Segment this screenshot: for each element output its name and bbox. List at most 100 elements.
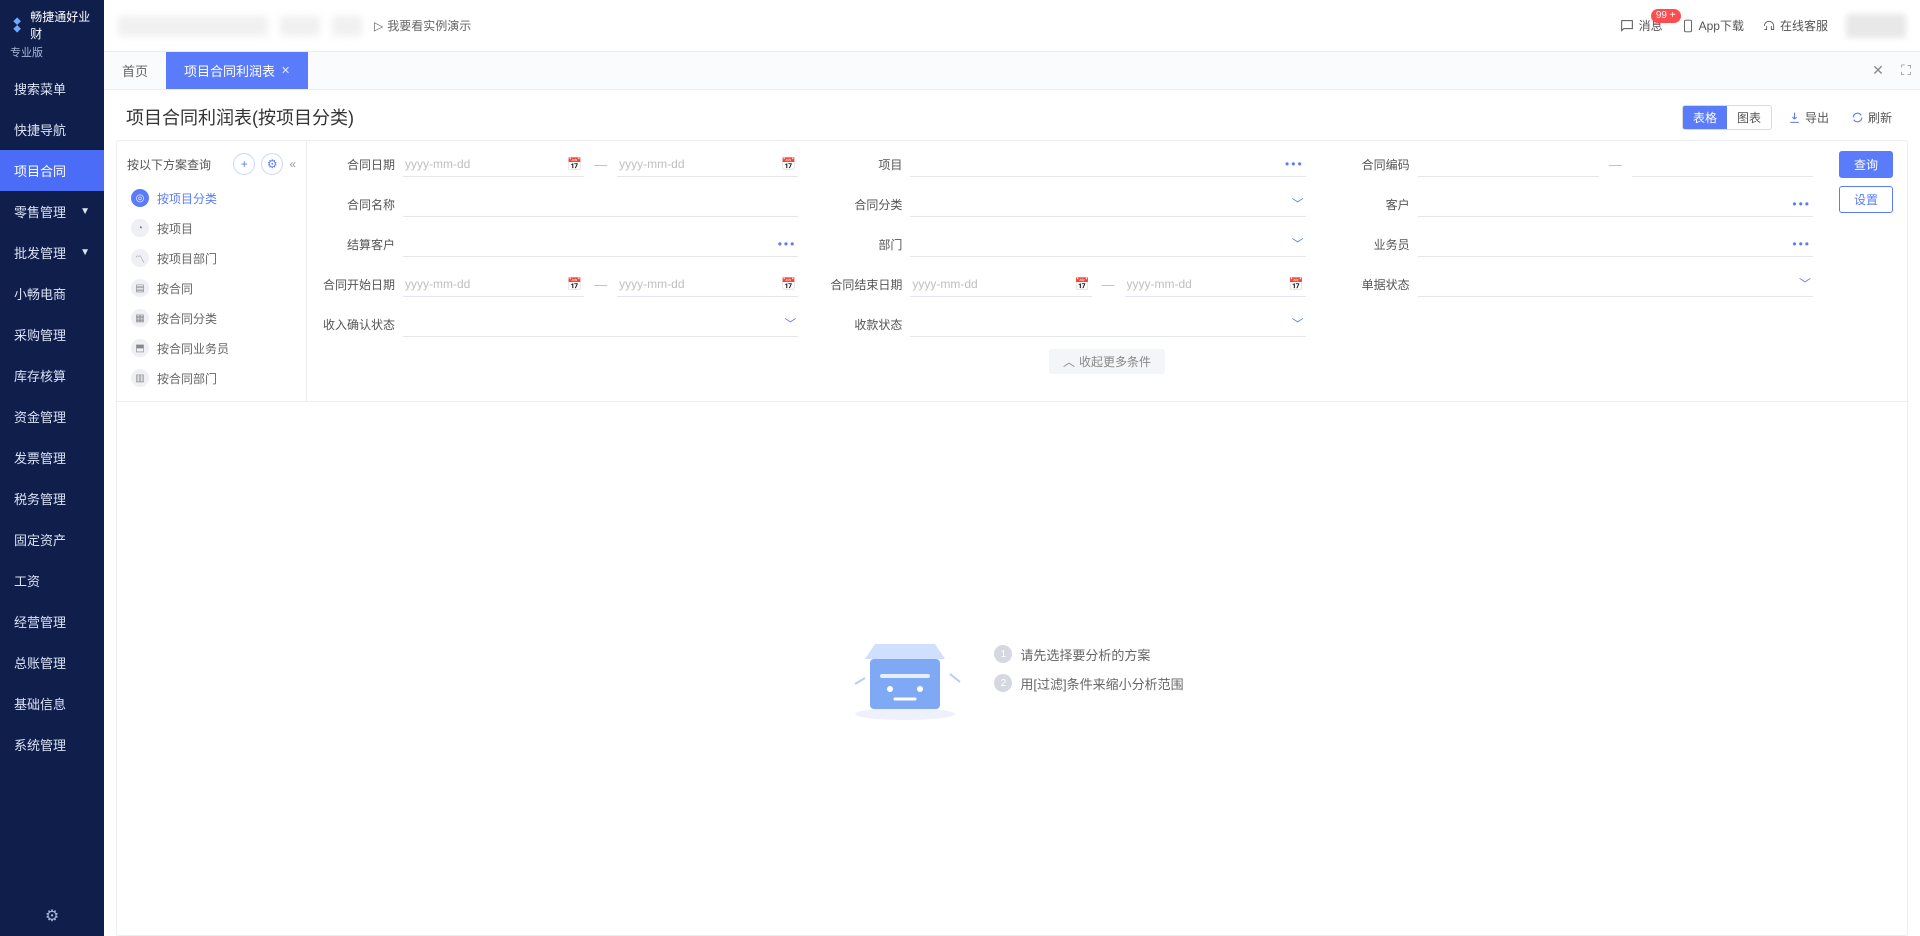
sidebar-item-8[interactable]: 资金管理 [0,396,104,437]
tab-home[interactable]: 首页 [104,52,166,89]
sidebar-item-9[interactable]: 发票管理 [0,437,104,478]
tabs-row: 首页 项目合同利润表 ✕ ✕ ⛶ [104,52,1920,90]
scheme-item-label: 按合同部门 [157,370,217,387]
scheme-head-label: 按以下方案查询 [127,156,227,173]
sidebar-item-11[interactable]: 固定资产 [0,519,104,560]
sidebar-item-label: 税务管理 [14,489,66,508]
contract-name-input[interactable] [403,195,798,213]
scheme-setting-button[interactable]: ⚙ [261,153,283,175]
sidebar-item-6[interactable]: 采购管理 [0,314,104,355]
scheme-item-2[interactable]: 〽按项目部门 [127,243,296,273]
income-confirm-select[interactable] [403,315,798,333]
sidebar-item-16[interactable]: 系统管理 [0,724,104,765]
filter-end-date: 合同结束日期 📅 — 📅 [828,271,1305,297]
chevron-down-icon: ▼ [80,206,90,217]
scheme-icon: 〽 [131,249,149,267]
end-date-from[interactable] [910,275,1091,293]
contract-date-to[interactable] [617,155,798,173]
filter-collection-status: 收款状态 ﹀ [828,311,1305,337]
gear-icon[interactable]: ⚙ [45,908,59,925]
tabs-expand[interactable]: ⛶ [1892,62,1920,79]
doc-status-select[interactable] [1418,275,1813,293]
scheme-icon: ▤ [131,279,149,297]
settle-customer-input[interactable] [403,235,798,253]
sidebar-item-3[interactable]: 零售管理▼ [0,191,104,232]
sidebar-item-1[interactable]: 快捷导航 [0,109,104,150]
salesman-input[interactable] [1418,235,1813,253]
empty-step-2: 2 用[过滤]条件来缩小分析范围 [994,674,1183,693]
scheme-add-button[interactable]: + [233,153,255,175]
query-button[interactable]: 查询 [1839,151,1893,178]
export-button[interactable]: 导出 [1782,106,1835,129]
contract-no-from[interactable] [1418,155,1599,173]
refresh-icon [1851,111,1864,124]
sidebar-item-13[interactable]: 经营管理 [0,601,104,642]
tab-active[interactable]: 项目合同利润表 ✕ [166,52,308,89]
filter-salesman: 业务员 ••• [1336,231,1813,257]
scheme-item-6[interactable]: ▥ 按合同部门 [127,363,296,393]
help-blur [332,16,362,36]
sidebar-item-10[interactable]: 税务管理 [0,478,104,519]
sidebar-item-12[interactable]: 工资 [0,560,104,601]
scheme-item-5[interactable]: ⬒按合同业务员 [127,333,296,363]
project-input[interactable] [910,155,1305,173]
scheme-collapse-icon[interactable]: « [289,157,296,171]
sidebar-item-7[interactable]: 库存核算 [0,355,104,396]
collection-status-select[interactable] [910,315,1305,333]
start-date-from[interactable] [403,275,584,293]
sidebar-item-14[interactable]: 总账管理 [0,642,104,683]
app-download[interactable]: App下载 [1681,17,1744,34]
content: 按以下方案查询 + ⚙ « ◎按项目分类◔按项目〽按项目部门▤按合同 ▦ 按合同分类… [104,140,1920,936]
env-blur [280,16,320,36]
tenant-blur [118,16,268,36]
start-date-to[interactable] [617,275,798,293]
collapse-filters-button[interactable]: ︿ 收起更多条件 [1049,349,1165,374]
end-date-to[interactable] [1125,275,1306,293]
filter-customer: 客户 ••• [1336,191,1813,217]
filter-contract-date: 合同日期 📅 — 📅 [321,151,798,177]
filter-department: 部门 ﹀ [828,231,1305,257]
sidebar-item-label: 采购管理 [14,325,66,344]
sidebar-item-0[interactable]: 搜索菜单 [0,68,104,109]
filter-contract-no: 合同编码 — [1336,151,1813,177]
scheme-icon: ◔ [131,219,149,237]
scheme-item-label: 按合同分类 [157,310,217,327]
department-select[interactable] [910,235,1305,253]
avatar-blur[interactable] [1846,14,1906,38]
scheme-item-1[interactable]: ◔按项目 [127,213,296,243]
scheme-icon: ▦ [131,309,149,327]
scheme-icon: ◎ [131,189,149,207]
sidebar-footer: ⚙ [0,896,104,936]
sidebar-item-4[interactable]: 批发管理▼ [0,232,104,273]
sidebar-nav: 搜索菜单快捷导航项目合同零售管理▼批发管理▼小畅电商采购管理库存核算资金管理发票… [0,68,104,896]
msg-button[interactable]: 消息 99 + [1619,17,1663,34]
filter-doc-status: 单据状态 ﹀ [1336,271,1813,297]
demo-link[interactable]: ▷ 我要看实例演示 [374,17,471,34]
scheme-icon: ⬒ [131,339,149,357]
message-icon [1619,18,1635,34]
scheme-list: ◎按项目分类◔按项目〽按项目部门▤按合同 ▦ 按合同分类 ⬒按合同业务员 ▥ 按合同部门 [127,183,296,393]
contract-cat-select[interactable] [910,195,1305,213]
sidebar-item-5[interactable]: 小畅电商 [0,273,104,314]
sidebar-item-label: 项目合同 [14,161,66,180]
contract-no-to[interactable] [1632,155,1813,173]
sidebar-item-label: 资金管理 [14,407,66,426]
empty-step-1: 1 请先选择要分析的方案 [994,645,1183,664]
customer-input[interactable] [1418,195,1813,213]
scheme-item-0[interactable]: ◎按项目分类 [127,183,296,213]
service-link[interactable]: 在线客服 [1762,17,1828,34]
refresh-button[interactable]: 刷新 [1845,106,1898,129]
sidebar-item-15[interactable]: 基础信息 [0,683,104,724]
seg-chart[interactable]: 图表 [1727,106,1771,129]
sidebar-item-label: 系统管理 [14,735,66,754]
sidebar-item-label: 工资 [14,571,40,590]
scheme-item-4[interactable]: ▦ 按合同分类 [127,303,296,333]
close-icon[interactable]: ✕ [281,64,290,77]
seg-table[interactable]: 表格 [1683,106,1727,129]
setting-button[interactable]: 设置 [1839,186,1893,213]
tabs-close-all[interactable]: ✕ [1864,62,1892,79]
sidebar-item-2[interactable]: 项目合同 [0,150,104,191]
contract-date-from[interactable] [403,155,584,173]
scheme-item-3[interactable]: ▤按合同 [127,273,296,303]
scheme-icon: ▥ [131,369,149,387]
